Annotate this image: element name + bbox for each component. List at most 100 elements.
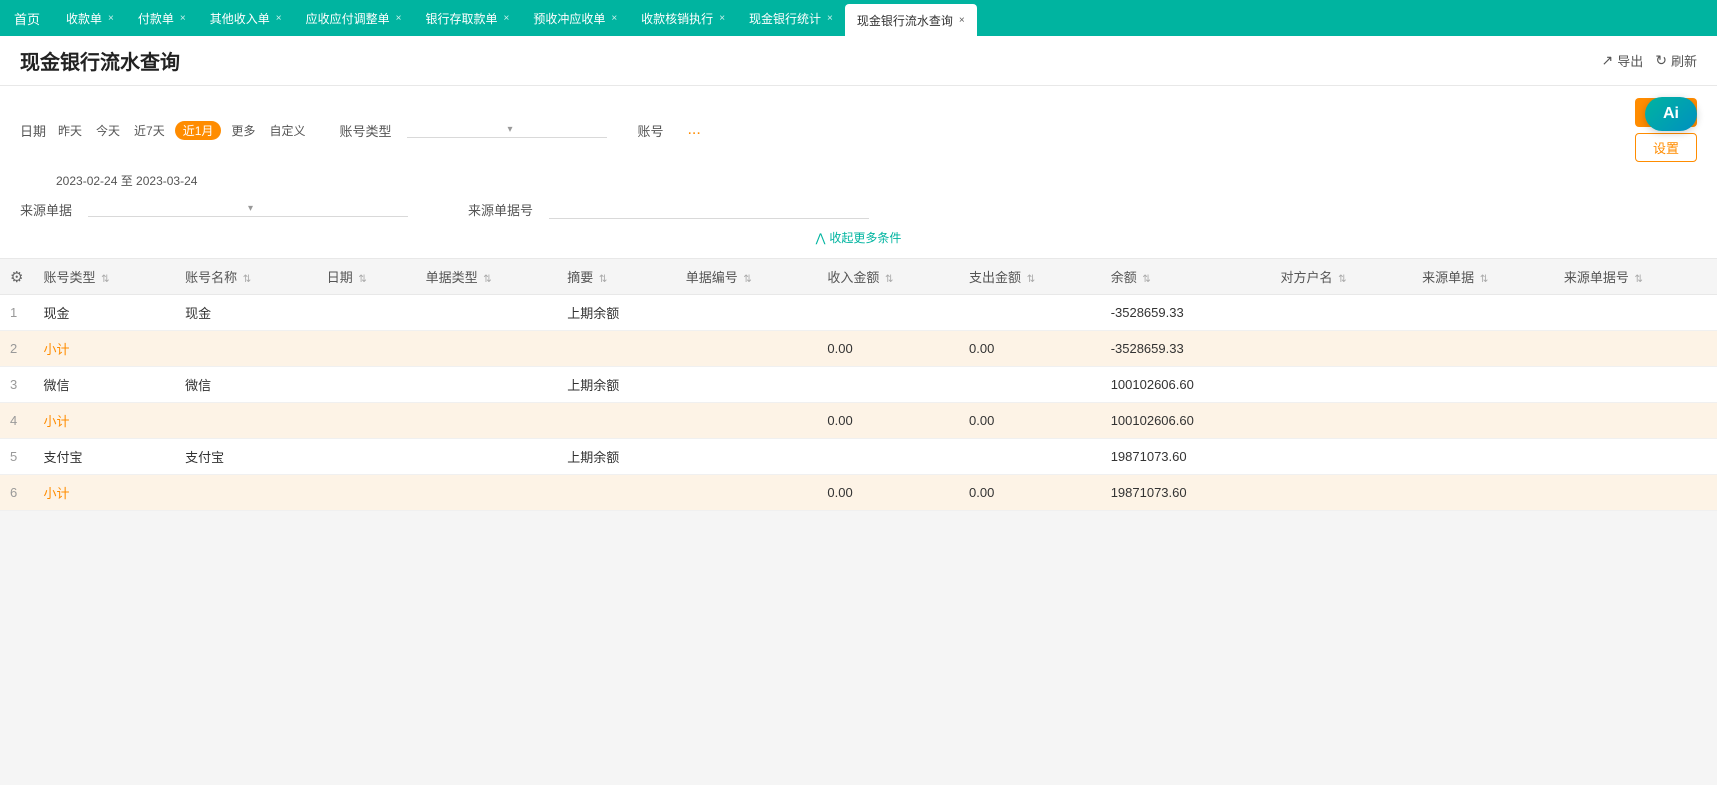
th-expense[interactable]: 支出金额 ⇅ [959,259,1101,295]
account-dots[interactable]: ... [687,121,700,139]
table-row: 5支付宝支付宝上期余额19871073.60 [0,439,1717,475]
sort-icon: ⇅ [101,274,109,285]
date-opt-1month[interactable]: 近1月 [175,121,222,140]
top-navigation: 首页 收款单 × 付款单 × 其他收入单 × 应收应付调整单 × 银行存取款单 … [0,0,1717,36]
cell-income [817,439,959,475]
date-opt-more[interactable]: 更多 [227,121,259,140]
cell-doc-type [416,295,558,331]
cell-expense [959,439,1101,475]
source-doc-select[interactable]: ▾ [88,201,408,217]
close-icon[interactable]: × [276,13,282,24]
nav-tab-shoukuanhexiao[interactable]: 收款核销执行 × [629,0,737,36]
nav-home[interactable]: 首页 [0,0,54,36]
account-filter: 账号 ... [637,121,708,140]
nav-tab-shoukuandan[interactable]: 收款单 × [54,0,126,36]
row-number: 3 [0,367,33,403]
account-type-select[interactable]: ▾ [407,122,607,138]
date-opt-7days[interactable]: 近7天 [130,121,169,140]
close-icon[interactable]: × [827,13,833,24]
th-income[interactable]: 收入金额 ⇅ [817,259,959,295]
nav-tab-qitashouruden[interactable]: 其他收入单 × [198,0,294,36]
cell-account-type: 现金 [33,295,175,331]
table-container: ⚙ 账号类型 ⇅ 账号名称 ⇅ 日期 ⇅ 单据类型 ⇅ [0,259,1717,511]
th-gear: ⚙ [0,259,33,295]
cell-account-type: 小计 [33,475,175,511]
settings-button[interactable]: 设置 [1635,133,1697,162]
th-counterpart[interactable]: 对方户名 ⇅ [1271,259,1413,295]
cell-income: 0.00 [817,331,959,367]
nav-tab-yushou[interactable]: 预收冲应收单 × [521,0,629,36]
nav-tab-fukuandan[interactable]: 付款单 × [126,0,198,36]
table-header-row: ⚙ 账号类型 ⇅ 账号名称 ⇅ 日期 ⇅ 单据类型 ⇅ [0,259,1717,295]
date-label: 日期 [20,121,46,140]
date-opt-today[interactable]: 今天 [92,121,124,140]
sort-icon: ⇅ [1142,274,1150,285]
cell-source-doc [1412,367,1554,403]
close-icon[interactable]: × [503,13,509,24]
cell-expense: 0.00 [959,331,1101,367]
close-icon[interactable]: × [611,13,617,24]
cell-source-doc-no [1554,331,1717,367]
cell-counterpart [1271,295,1413,331]
source-doc-label: 来源单据 [20,200,72,219]
th-source-doc[interactable]: 来源单据 ⇅ [1412,259,1554,295]
close-icon[interactable]: × [959,15,965,26]
close-icon[interactable]: × [180,13,186,24]
cell-account-name: 支付宝 [175,439,317,475]
filter-area: 日期 昨天 今天 近7天 近1月 更多 自定义 账号类型 ▾ 账号 ... 查询… [0,86,1717,259]
row-number: 6 [0,475,33,511]
cell-doc-no [676,475,818,511]
source-doc-no-input-wrapper [549,199,869,219]
cell-doc-no [676,295,818,331]
account-label: 账号 [637,121,663,140]
cell-balance: 19871073.60 [1101,439,1271,475]
cell-counterpart [1271,475,1413,511]
th-account-name[interactable]: 账号名称 ⇅ [175,259,317,295]
th-doc-type[interactable]: 单据类型 ⇅ [416,259,558,295]
th-date[interactable]: 日期 ⇅ [317,259,416,295]
date-opt-yesterday[interactable]: 昨天 [54,121,86,140]
nav-tab-liushuichaxun[interactable]: 现金银行流水查询 × [845,4,977,36]
filter-row-date-range: 2023-02-24 至 2023-03-24 [20,172,1697,189]
nav-tab-yinhangcunqu[interactable]: 银行存取款单 × [413,0,521,36]
gear-icon[interactable]: ⚙ [10,269,23,286]
page-header: 现金银行流水查询 ↗ 导出 ↻ 刷新 [0,36,1717,86]
cell-counterpart [1271,439,1413,475]
cell-doc-type [416,475,558,511]
cell-account-name: 现金 [175,295,317,331]
account-type-label: 账号类型 [339,121,391,140]
cell-expense [959,367,1101,403]
cell-doc-no [676,439,818,475]
collapse-bar[interactable]: ⋀ 收起更多条件 [20,229,1697,246]
close-icon[interactable]: × [396,13,402,24]
collapse-icon: ⋀ [816,231,826,245]
export-button[interactable]: ↗ 导出 [1602,51,1644,70]
refresh-button[interactable]: ↻ 刷新 [1655,51,1697,70]
th-doc-no[interactable]: 单据编号 ⇅ [676,259,818,295]
row-number: 4 [0,403,33,439]
cell-doc-type [416,403,558,439]
date-opt-custom[interactable]: 自定义 [265,121,309,140]
cell-source-doc [1412,403,1554,439]
cell-source-doc-no [1554,367,1717,403]
close-icon[interactable]: × [108,13,114,24]
nav-tab-xianjintongji[interactable]: 现金银行统计 × [737,0,845,36]
sort-icon: ⇅ [358,274,366,285]
th-source-doc-no[interactable]: 来源单据号 ⇅ [1554,259,1717,295]
th-account-type[interactable]: 账号类型 ⇅ [33,259,175,295]
nav-tab-yingshouyingfu[interactable]: 应收应付调整单 × [294,0,414,36]
cell-source-doc-no [1554,295,1717,331]
cell-date [317,475,416,511]
cell-summary [557,475,676,511]
close-icon[interactable]: × [719,13,725,24]
th-summary[interactable]: 摘要 ⇅ [557,259,676,295]
cell-income [817,367,959,403]
date-options: 昨天 今天 近7天 近1月 更多 自定义 [54,121,309,140]
date-range-display: 2023-02-24 至 2023-03-24 [56,172,197,189]
ai-badge[interactable]: Ai [1645,97,1697,131]
account-type-filter: 账号类型 ▾ [339,121,607,140]
source-doc-no-input[interactable] [553,201,865,216]
cell-source-doc [1412,331,1554,367]
th-balance[interactable]: 余额 ⇅ [1101,259,1271,295]
chevron-down-icon: ▾ [248,203,404,214]
